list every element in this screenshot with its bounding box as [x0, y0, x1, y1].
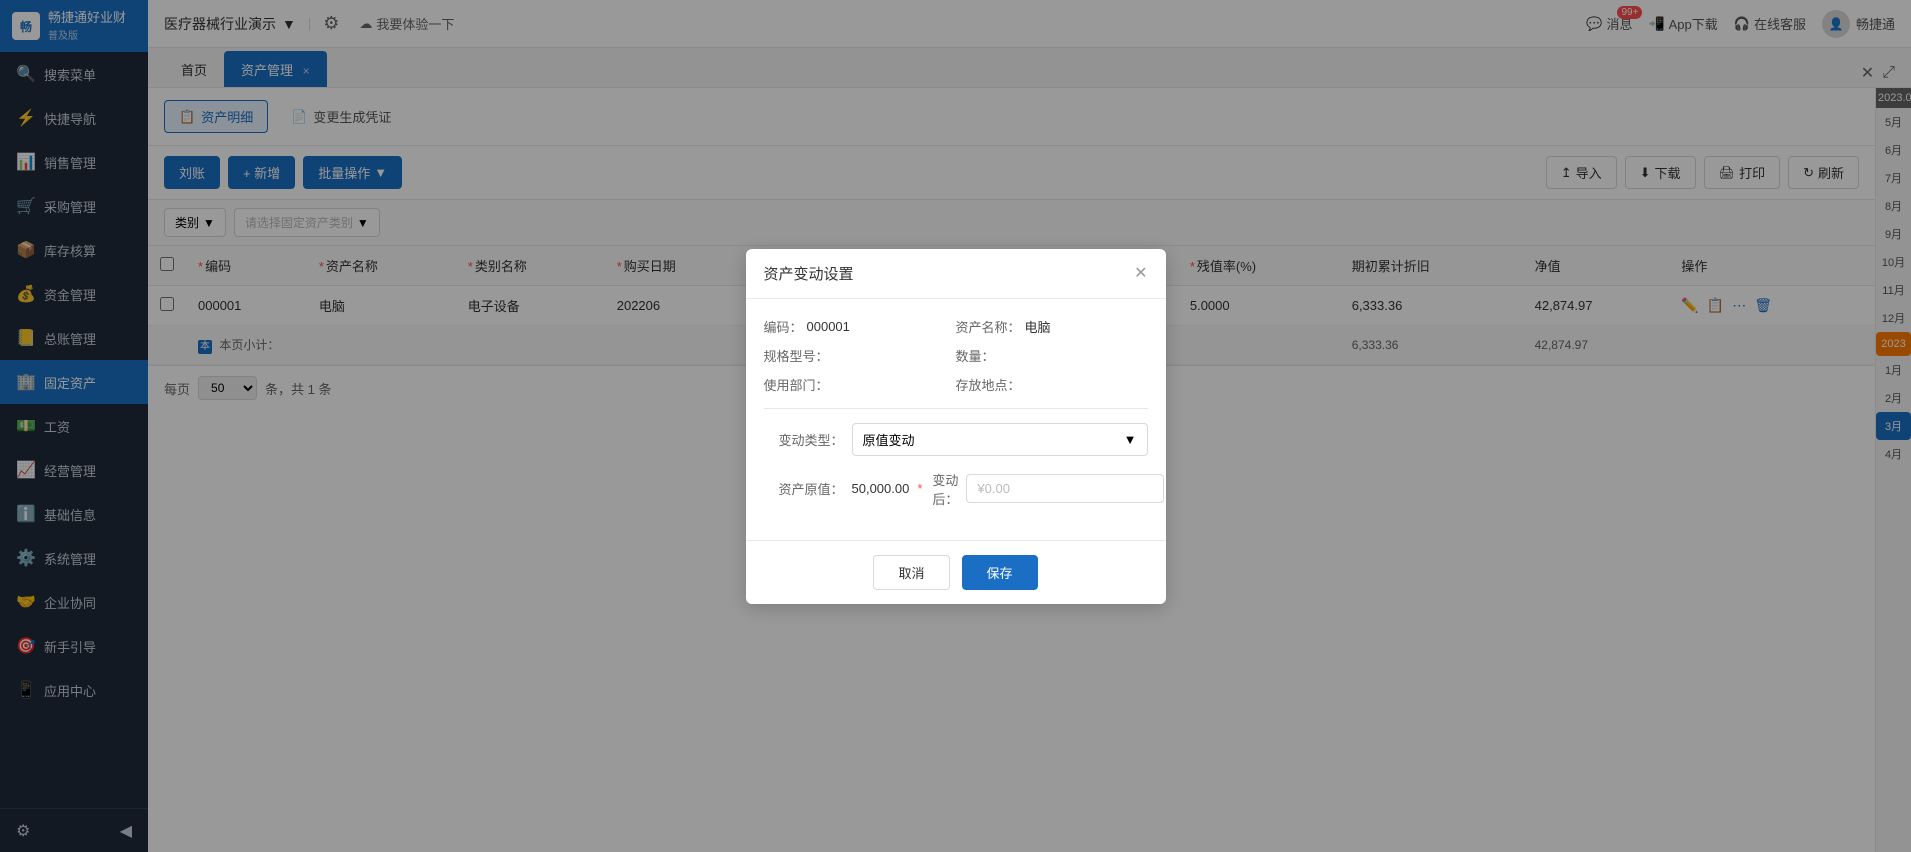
after-change-label: 变动后：: [932, 470, 958, 508]
asset-change-dialog: 资产变动设置 ✕ 编码： 000001 资产名称： 电脑 规格型号：: [746, 249, 1166, 604]
dialog-dept-cell: 使用部门：: [764, 375, 956, 394]
original-value-display: 50,000.00: [852, 481, 910, 496]
required-star: *: [917, 481, 922, 496]
after-change-input[interactable]: [966, 474, 1164, 503]
dialog-title: 资产变动设置: [764, 263, 854, 284]
dialog-quantity-cell: 数量：: [956, 346, 1148, 365]
save-button[interactable]: 保存: [962, 555, 1038, 590]
dialog-info-row-1: 编码： 000001 资产名称： 电脑: [764, 317, 1148, 336]
dialog-info-row-3: 使用部门： 存放地点：: [764, 375, 1148, 394]
dialog-header: 资产变动设置 ✕: [746, 249, 1166, 299]
dialog-overlay: 资产变动设置 ✕ 编码： 000001 资产名称： 电脑 规格型号：: [0, 0, 1911, 852]
dialog-name-value: 电脑: [1025, 317, 1051, 336]
dialog-info-row-2: 规格型号： 数量：: [764, 346, 1148, 365]
dialog-spec-cell: 规格型号：: [764, 346, 956, 365]
dialog-code-value: 000001: [807, 319, 850, 334]
dialog-name-cell: 资产名称： 电脑: [956, 317, 1148, 336]
dialog-body: 编码： 000001 资产名称： 电脑 规格型号： 数量：: [746, 299, 1166, 540]
change-type-value: 原值变动: [863, 430, 915, 449]
dialog-code-cell: 编码： 000001: [764, 317, 956, 336]
dialog-close-button[interactable]: ✕: [1134, 263, 1147, 283]
change-type-row: 变动类型： 原值变动 ▼: [764, 423, 1148, 456]
dialog-location-cell: 存放地点：: [956, 375, 1148, 394]
change-type-select[interactable]: 原值变动 ▼: [852, 423, 1148, 456]
dialog-footer: 取消 保存: [746, 540, 1166, 604]
original-value-label: 资产原值：: [764, 479, 844, 498]
change-type-label: 变动类型：: [764, 430, 844, 449]
value-row: 资产原值： 50,000.00 * 变动后：: [764, 470, 1148, 508]
cancel-button[interactable]: 取消: [873, 555, 949, 590]
change-type-dropdown-icon: ▼: [1124, 432, 1137, 447]
dialog-divider: [764, 408, 1148, 409]
